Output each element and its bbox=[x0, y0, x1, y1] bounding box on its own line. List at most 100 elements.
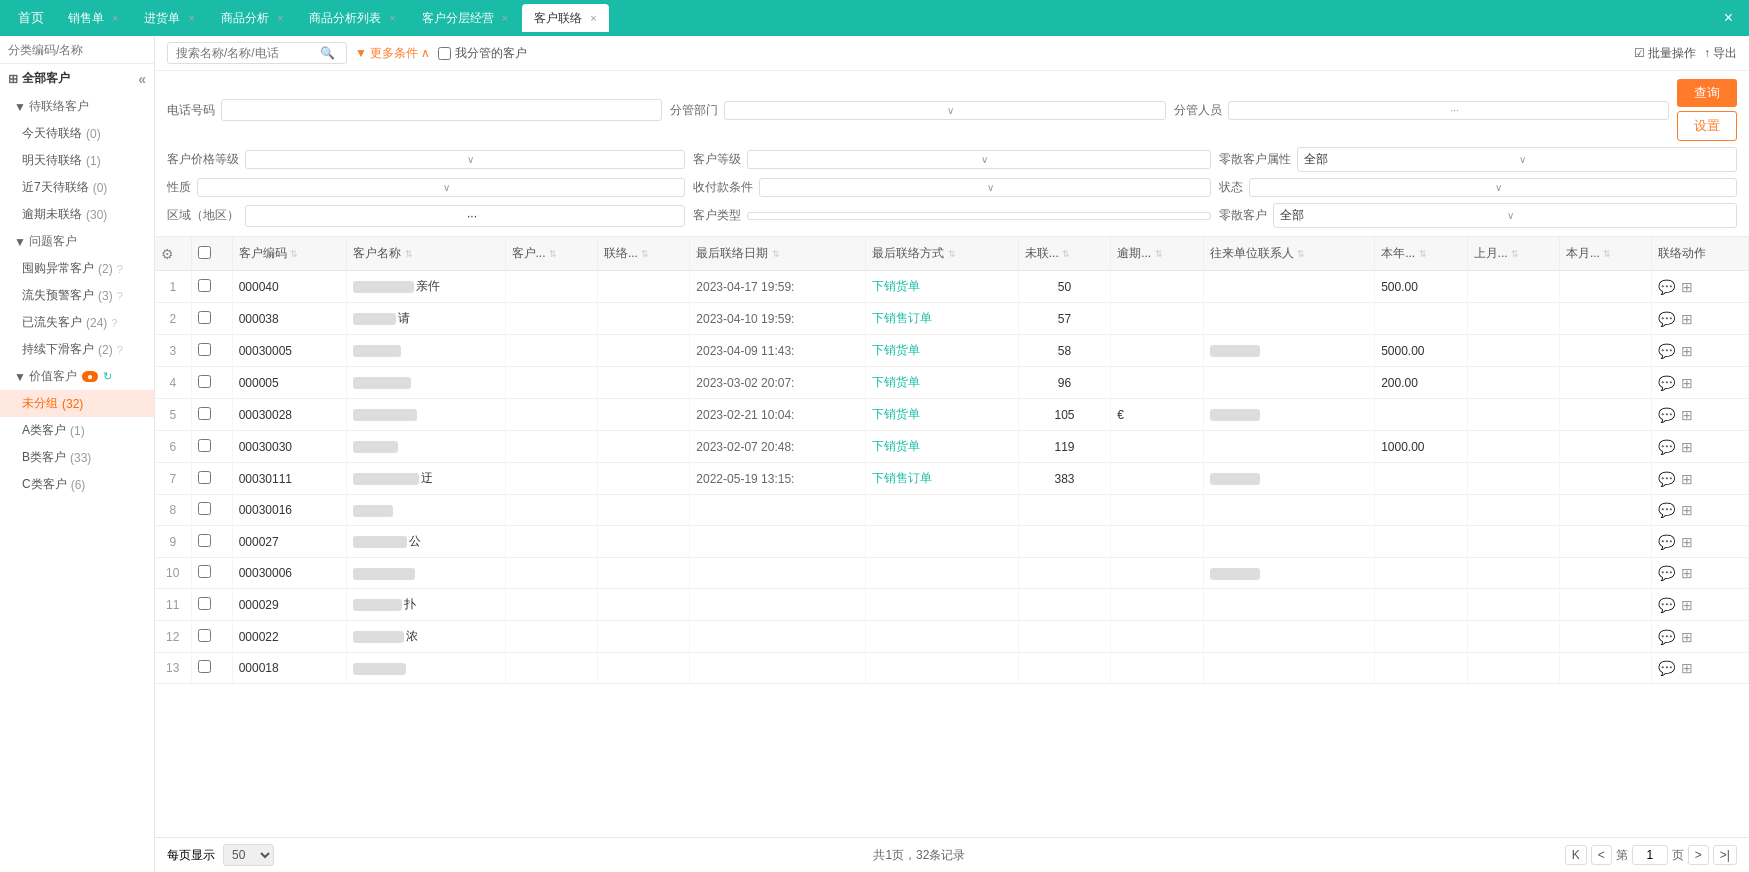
action-grid-icon[interactable]: ⊞ bbox=[1681, 565, 1693, 581]
row-last-way[interactable] bbox=[866, 526, 1019, 558]
row-checkbox[interactable] bbox=[191, 335, 232, 367]
row-checkbox[interactable] bbox=[191, 558, 232, 589]
table-row[interactable]: 1 000040 亲仵 2023-04-17 19:59: 下销货单 50 50… bbox=[155, 271, 1749, 303]
tab-customer-contact[interactable]: 客户联络 × bbox=[522, 4, 608, 32]
search-icon[interactable]: 🔍 bbox=[320, 46, 335, 60]
action-comment-icon[interactable]: 💬 bbox=[1658, 471, 1675, 487]
sidebar-item-abnormal-buy[interactable]: 囤购异常客户 (2) ? bbox=[0, 255, 154, 282]
sort-type-icon[interactable]: ⇅ bbox=[549, 249, 557, 259]
row-checkbox[interactable] bbox=[191, 526, 232, 558]
tab-purchase-order[interactable]: 进货单 × bbox=[132, 4, 206, 32]
row-check-2[interactable] bbox=[198, 311, 211, 324]
nature-select[interactable]: ∨ bbox=[197, 178, 685, 197]
row-checkbox[interactable] bbox=[191, 463, 232, 495]
sort-last-date-icon[interactable]: ⇅ bbox=[772, 249, 780, 259]
tab-product-analysis[interactable]: 商品分析 × bbox=[209, 4, 295, 32]
action-grid-icon[interactable]: ⊞ bbox=[1681, 343, 1693, 359]
last-way-link[interactable]: 下销货单 bbox=[872, 279, 920, 293]
action-grid-icon[interactable]: ⊞ bbox=[1681, 471, 1693, 487]
more-conditions-button[interactable]: ▼ 更多条件 ∧ bbox=[355, 45, 430, 62]
row-last-way[interactable]: 下销售订单 bbox=[866, 303, 1019, 335]
row-checkbox[interactable] bbox=[191, 589, 232, 621]
action-grid-icon[interactable]: ⊞ bbox=[1681, 407, 1693, 423]
sort-this-month-icon[interactable]: ⇅ bbox=[1603, 249, 1611, 259]
table-row[interactable]: 9 000027 公 💬 ⊞ bbox=[155, 526, 1749, 558]
table-row[interactable]: 5 00030028 2023-02-21 10:04: 下销货单 105 € … bbox=[155, 399, 1749, 431]
row-last-way[interactable] bbox=[866, 495, 1019, 526]
per-page-select[interactable]: 50 100 bbox=[223, 844, 274, 866]
sort-contact-icon[interactable]: ⇅ bbox=[641, 249, 649, 259]
refresh-icon[interactable]: ↻ bbox=[103, 370, 112, 383]
my-customers-checkbox[interactable]: 我分管的客户 bbox=[438, 45, 527, 62]
row-checkbox[interactable] bbox=[191, 399, 232, 431]
table-row[interactable]: 2 000038 请 2023-04-10 19:59: 下销售订单 57 💬 … bbox=[155, 303, 1749, 335]
all-customers-header[interactable]: ⊞ 全部客户 « bbox=[0, 64, 154, 93]
close-product-analysis-icon[interactable]: × bbox=[277, 12, 283, 24]
close-product-analysis-list-icon[interactable]: × bbox=[389, 12, 395, 24]
action-comment-icon[interactable]: 💬 bbox=[1658, 407, 1675, 423]
table-row[interactable]: 4 000005 2023-03-02 20:07: 下销货单 96 200.0… bbox=[155, 367, 1749, 399]
sidebar-search-bar[interactable]: 🔍 bbox=[0, 36, 154, 64]
phone-input[interactable] bbox=[221, 99, 662, 121]
tab-sales-order[interactable]: 销售单 × bbox=[56, 4, 130, 32]
sidebar-item-class-a[interactable]: A类客户 (1) bbox=[0, 417, 154, 444]
action-comment-icon[interactable]: 💬 bbox=[1658, 375, 1675, 391]
row-check-3[interactable] bbox=[198, 343, 211, 356]
row-check-11[interactable] bbox=[198, 597, 211, 610]
last-way-link[interactable]: 下销售订单 bbox=[872, 471, 932, 485]
table-row[interactable]: 11 000029 扑 💬 ⊞ bbox=[155, 589, 1749, 621]
home-tab[interactable]: 首页 bbox=[8, 9, 54, 27]
row-checkbox[interactable] bbox=[191, 495, 232, 526]
row-checkbox[interactable] bbox=[191, 303, 232, 335]
action-grid-icon[interactable]: ⊞ bbox=[1681, 311, 1693, 327]
collapse-sidebar-button[interactable]: « bbox=[138, 71, 146, 87]
action-comment-icon[interactable]: 💬 bbox=[1658, 279, 1675, 295]
sidebar-item-7day-contact[interactable]: 近7天待联络 (0) bbox=[0, 174, 154, 201]
search-input-wrapper[interactable]: 🔍 bbox=[167, 42, 347, 64]
customer-level-select[interactable]: ∨ bbox=[747, 150, 1211, 169]
batch-operation-button[interactable]: ☑ 批量操作 bbox=[1634, 45, 1696, 62]
sort-name-icon[interactable]: ⇅ bbox=[405, 249, 413, 259]
row-check-10[interactable] bbox=[198, 565, 211, 578]
sort-code-icon[interactable]: ⇅ bbox=[290, 249, 298, 259]
row-last-way[interactable]: 下销货单 bbox=[866, 431, 1019, 463]
sort-last-way-icon[interactable]: ⇅ bbox=[948, 249, 956, 259]
row-last-way[interactable]: 下销货单 bbox=[866, 367, 1019, 399]
row-check-8[interactable] bbox=[198, 502, 211, 515]
row-checkbox[interactable] bbox=[191, 431, 232, 463]
export-button[interactable]: ↑ 导出 bbox=[1704, 45, 1737, 62]
action-grid-icon[interactable]: ⊞ bbox=[1681, 660, 1693, 676]
close-purchase-order-icon[interactable]: × bbox=[188, 12, 194, 24]
last-way-link[interactable]: 下销货单 bbox=[872, 407, 920, 421]
action-grid-icon[interactable]: ⊞ bbox=[1681, 439, 1693, 455]
action-grid-icon[interactable]: ⊞ bbox=[1681, 597, 1693, 613]
col-settings[interactable]: ⚙ bbox=[155, 237, 191, 271]
action-comment-icon[interactable]: 💬 bbox=[1658, 565, 1675, 581]
row-checkbox[interactable] bbox=[191, 367, 232, 399]
close-all-tabs-button[interactable]: × bbox=[1716, 9, 1741, 27]
tab-customer-segment[interactable]: 客户分层经营 × bbox=[410, 4, 520, 32]
sidebar-search-input[interactable] bbox=[8, 43, 155, 57]
close-sales-order-icon[interactable]: × bbox=[112, 12, 118, 24]
row-last-way[interactable]: 下销货单 bbox=[866, 335, 1019, 367]
customer-type-select[interactable] bbox=[747, 212, 1211, 220]
action-comment-icon[interactable]: 💬 bbox=[1658, 439, 1675, 455]
settings-icon[interactable]: ⚙ bbox=[161, 246, 174, 262]
group-value-customers[interactable]: ▼ 价值客户 ● ↻ bbox=[0, 363, 154, 390]
sidebar-item-class-c[interactable]: C类客户 (6) bbox=[0, 471, 154, 498]
dept-select[interactable]: ∨ bbox=[724, 101, 1165, 120]
sort-no-contact-icon[interactable]: ⇅ bbox=[1062, 249, 1070, 259]
last-way-link[interactable]: 下销售订单 bbox=[872, 311, 932, 325]
sort-overdue-icon[interactable]: ⇅ bbox=[1155, 249, 1163, 259]
action-comment-icon[interactable]: 💬 bbox=[1658, 597, 1675, 613]
action-grid-icon[interactable]: ⊞ bbox=[1681, 375, 1693, 391]
sidebar-item-today-contact[interactable]: 今天待联络 (0) bbox=[0, 120, 154, 147]
row-last-way[interactable]: 下销货单 bbox=[866, 271, 1019, 303]
tab-product-analysis-list[interactable]: 商品分析列表 × bbox=[297, 4, 407, 32]
prev-page-button[interactable]: < bbox=[1591, 845, 1612, 865]
sort-this-year-icon[interactable]: ⇅ bbox=[1419, 249, 1427, 259]
action-grid-icon[interactable]: ⊞ bbox=[1681, 279, 1693, 295]
row-checkbox[interactable] bbox=[191, 271, 232, 303]
row-last-way[interactable] bbox=[866, 589, 1019, 621]
sidebar-item-churn-warning[interactable]: 流失预警客户 (3) ? bbox=[0, 282, 154, 309]
